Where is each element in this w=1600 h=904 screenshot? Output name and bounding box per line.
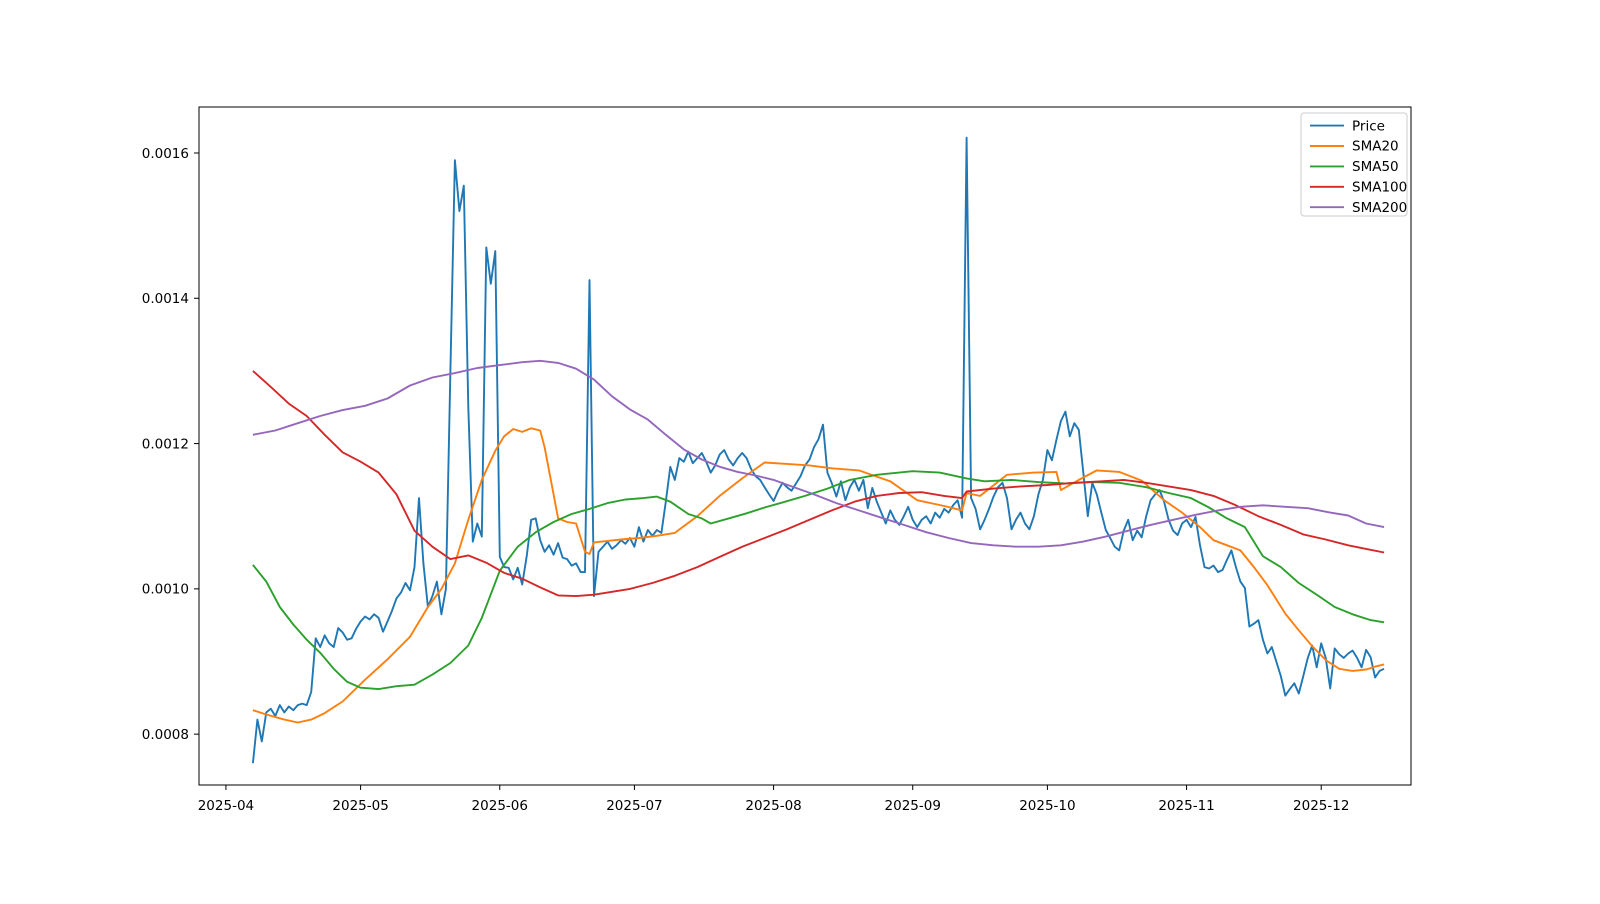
chart-canvas: 2025-04 2025-05 2025-06 2025-07 2025-08 2025-… [0,0,1600,900]
y-tick-label: 0.0008 [142,727,189,743]
legend-label: SMA50 [1352,159,1399,175]
y-tick-label: 0.0016 [142,146,189,162]
x-tick-label: 2025-05 [332,798,388,814]
x-tick-label: 2025-09 [885,798,941,814]
legend-label: SMA20 [1352,139,1399,155]
x-tick-label: 2025-04 [198,798,254,814]
legend-label: SMA200 [1352,200,1407,216]
legend: Price SMA20 SMA50 SMA100 SMA200 [1300,112,1408,217]
x-tick-label: 2025-06 [472,798,528,814]
x-tick-label: 2025-08 [745,798,801,814]
x-tick-label: 2025-12 [1293,798,1349,814]
price-sma-chart-figure: 2025-04 2025-05 2025-06 2025-07 2025-08 2025-… [0,0,1600,900]
legend-label: Price [1352,118,1385,134]
y-tick-label: 0.0012 [142,436,189,452]
legend-label: SMA100 [1352,180,1407,196]
y-tick-label: 0.0014 [142,291,189,307]
x-tick-label: 2025-10 [1019,798,1075,814]
y-tick-label: 0.0010 [142,582,189,598]
x-tick-label: 2025-07 [606,798,662,814]
x-tick-label: 2025-11 [1158,798,1214,814]
